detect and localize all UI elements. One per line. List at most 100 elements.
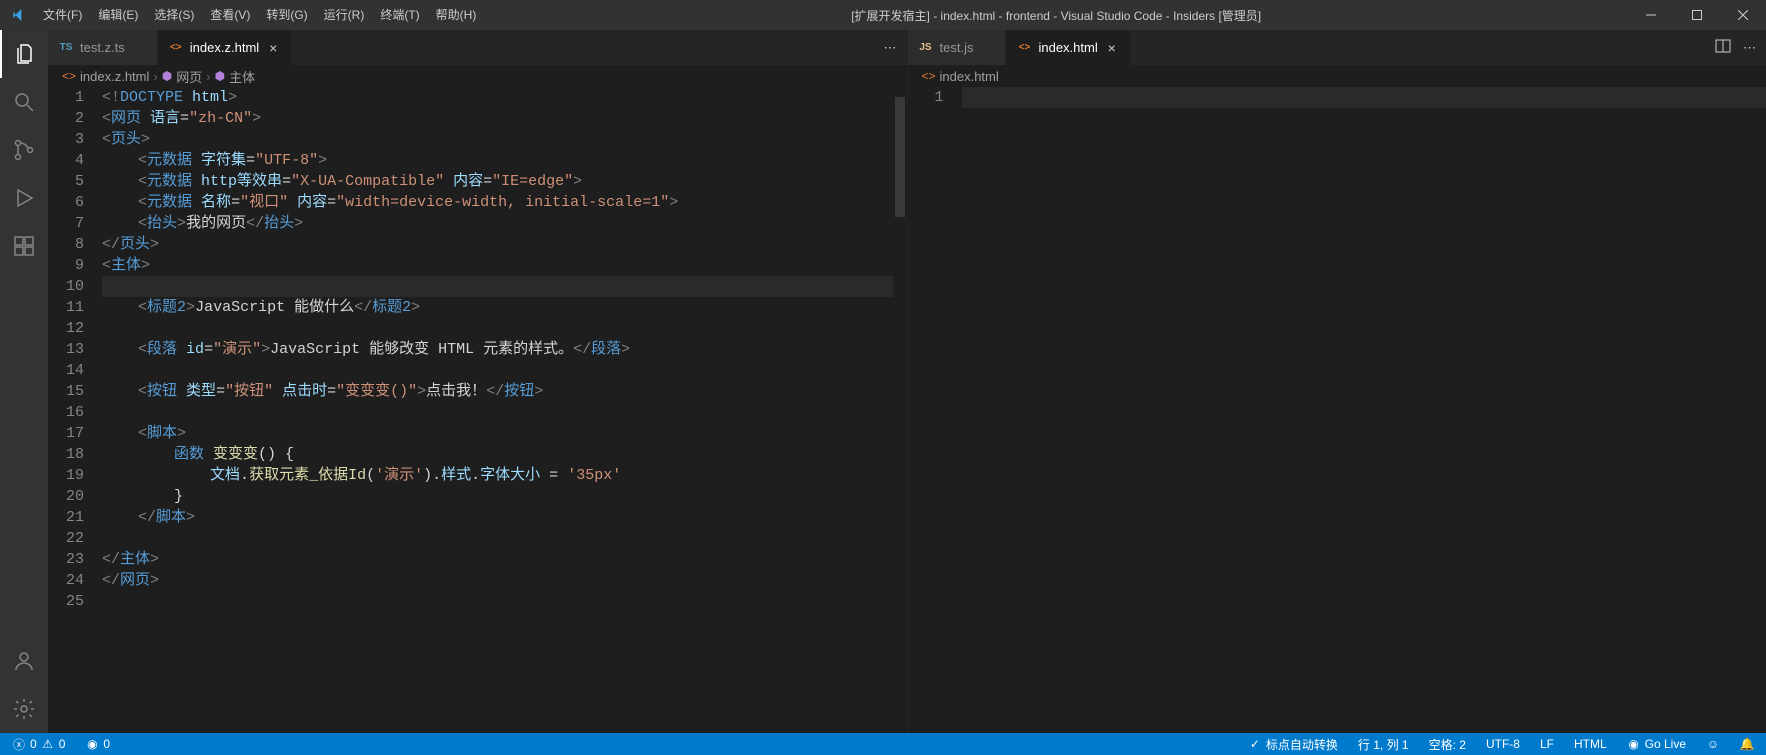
menu-bar: 文件(F) 编辑(E) 选择(S) 查看(V) 转到(G) 运行(R) 终端(T… <box>35 0 484 30</box>
code-line[interactable]: </网页> <box>102 570 893 591</box>
code-editor-left[interactable]: 1234567891011121314151617181920212223242… <box>48 87 907 733</box>
search-icon <box>12 90 36 114</box>
minimap-left[interactable] <box>893 87 907 733</box>
breadcrumb-item[interactable]: <>index.z.html <box>62 69 149 84</box>
menu-view[interactable]: 查看(V) <box>202 0 258 30</box>
activity-explorer[interactable] <box>0 30 48 78</box>
activity-search[interactable] <box>0 78 48 126</box>
tab-index-z-html[interactable]: <>index.z.html× <box>158 30 292 65</box>
menu-help[interactable]: 帮助(H) <box>428 0 485 30</box>
code-editor-right[interactable]: 1 <box>908 87 1766 733</box>
code-line[interactable] <box>102 402 893 423</box>
breadcrumb-item[interactable]: ⬢网页 <box>162 67 203 86</box>
tab-bar-left: TS test.z.ts ×<>index.z.html× ⋯ <box>48 30 907 65</box>
breadcrumbs-right[interactable]: <>index.html <box>908 65 1766 87</box>
tab-label: test.z.ts <box>80 40 125 55</box>
status-feedback[interactable]: ☺ <box>1702 737 1724 751</box>
gear-icon <box>12 697 36 721</box>
code-line[interactable] <box>102 591 893 612</box>
activity-account[interactable] <box>0 637 48 685</box>
tab-label: index.html <box>1038 40 1097 55</box>
code-line[interactable]: <段落 id="演示">JavaScript 能够改变 HTML 元素的样式。<… <box>102 339 893 360</box>
close-button[interactable] <box>1720 0 1766 30</box>
code-line[interactable]: <网页 语言="zh-CN"> <box>102 108 893 129</box>
status-auto-convert[interactable]: ✓标点自动转换 <box>1244 736 1342 753</box>
code-line[interactable]: <元数据 http等效串="X-UA-Compatible" 内容="IE=ed… <box>102 171 893 192</box>
account-icon <box>12 649 36 673</box>
tab-label: test.js <box>940 40 974 55</box>
code-line[interactable]: } <box>102 486 893 507</box>
code-line[interactable]: </脚本> <box>102 507 893 528</box>
code-line[interactable] <box>102 276 893 297</box>
warning-icon: ⚠ <box>41 737 55 751</box>
html-file-icon: <> <box>1016 40 1032 56</box>
maximize-button[interactable] <box>1674 0 1720 30</box>
breadcrumb-item[interactable]: ⬢主体 <box>215 67 256 86</box>
code-line[interactable] <box>102 318 893 339</box>
editor-overflow-icon[interactable]: ⋯ <box>884 40 897 56</box>
editor-group-right: JStest.js×<>index.html× ⋯ <>index.html 1 <box>908 30 1766 733</box>
code-line[interactable]: <页头> <box>102 129 893 150</box>
symbol-icon: ⬢ <box>162 69 172 83</box>
code-line[interactable]: <元数据 字符集="UTF-8"> <box>102 150 893 171</box>
activity-scm[interactable] <box>0 126 48 174</box>
broadcast-icon: ◉ <box>1627 737 1641 751</box>
code-line[interactable] <box>102 528 893 549</box>
code-line[interactable]: 函数 变变变() { <box>102 444 893 465</box>
status-language[interactable]: HTML <box>1570 737 1611 751</box>
code-line[interactable]: </页头> <box>102 234 893 255</box>
code-line[interactable]: <元数据 名称="视口" 内容="width=device-width, ini… <box>102 192 893 213</box>
code-line[interactable]: 文档.获取元素_依据Id('演示').样式.字体大小 = '35px' <box>102 465 893 486</box>
status-bar: ⓧ0 ⚠0 ◉0 ✓标点自动转换 行 1, 列 1 空格: 2 UTF-8 LF… <box>0 733 1766 755</box>
editor-overflow-icon[interactable]: ⋯ <box>1743 40 1756 56</box>
menu-edit[interactable]: 编辑(E) <box>90 0 146 30</box>
close-tab-icon[interactable]: × <box>265 40 281 56</box>
smiley-icon: ☺ <box>1706 737 1720 751</box>
source-control-icon <box>12 138 36 162</box>
activity-run-debug[interactable] <box>0 174 48 222</box>
minimize-button[interactable] <box>1628 0 1674 30</box>
split-editor-icon[interactable] <box>1715 38 1731 57</box>
run-icon <box>12 186 36 210</box>
status-indentation[interactable]: 空格: 2 <box>1425 736 1470 753</box>
breadcrumb-item[interactable]: <>index.html <box>922 69 999 84</box>
status-cursor-position[interactable]: 行 1, 列 1 <box>1354 736 1413 753</box>
tab-test-z-ts[interactable]: TStest.z.ts× <box>48 30 158 65</box>
tab-test-js[interactable]: JStest.js× <box>908 30 1007 65</box>
menu-go[interactable]: 转到(G) <box>258 0 315 30</box>
menu-run[interactable]: 运行(R) <box>316 0 373 30</box>
editor-group-left: TS test.z.ts ×<>index.z.html× ⋯ <>index.z.… <box>48 30 908 733</box>
code-line[interactable]: <主体> <box>102 255 893 276</box>
close-tab-icon[interactable]: × <box>1104 40 1120 56</box>
code-line[interactable]: <标题2>JavaScript 能做什么</标题2> <box>102 297 893 318</box>
code-line[interactable]: </主体> <box>102 549 893 570</box>
activity-extensions[interactable] <box>0 222 48 270</box>
status-port[interactable]: ◉0 <box>81 737 114 751</box>
code-line[interactable]: <按钮 类型="按钮" 点击时="变变变()">点击我！</按钮> <box>102 381 893 402</box>
chevron-right-icon: › <box>206 69 210 84</box>
html-file-icon: <> <box>62 69 76 83</box>
code-line[interactable]: <抬头>我的网页</抬头> <box>102 213 893 234</box>
symbol-icon: ⬢ <box>215 69 225 83</box>
code-line[interactable]: <脚本> <box>102 423 893 444</box>
menu-file[interactable]: 文件(F) <box>35 0 90 30</box>
html-file-icon: <> <box>922 69 936 83</box>
html-file-icon: <> <box>168 40 184 56</box>
tab-index-html[interactable]: <> index.html × <box>1006 30 1130 65</box>
extensions-icon <box>12 234 36 258</box>
menu-select[interactable]: 选择(S) <box>146 0 202 30</box>
status-eol[interactable]: LF <box>1536 737 1558 751</box>
typescript-file-icon: TS <box>58 40 74 56</box>
code-line[interactable] <box>102 360 893 381</box>
status-notifications[interactable]: 🔔 <box>1736 737 1758 751</box>
code-line[interactable] <box>962 87 1766 108</box>
radio-icon: ◉ <box>85 737 99 751</box>
status-problems[interactable]: ⓧ0 ⚠0 <box>8 737 69 751</box>
code-line[interactable]: <!DOCTYPE html> <box>102 87 893 108</box>
bell-icon: 🔔 <box>1740 737 1754 751</box>
status-encoding[interactable]: UTF-8 <box>1482 737 1524 751</box>
breadcrumbs-left[interactable]: <>index.z.html›⬢网页›⬢主体 <box>48 65 907 87</box>
activity-settings[interactable] <box>0 685 48 733</box>
status-go-live[interactable]: ◉Go Live <box>1623 737 1690 751</box>
menu-terminal[interactable]: 终端(T) <box>372 0 427 30</box>
